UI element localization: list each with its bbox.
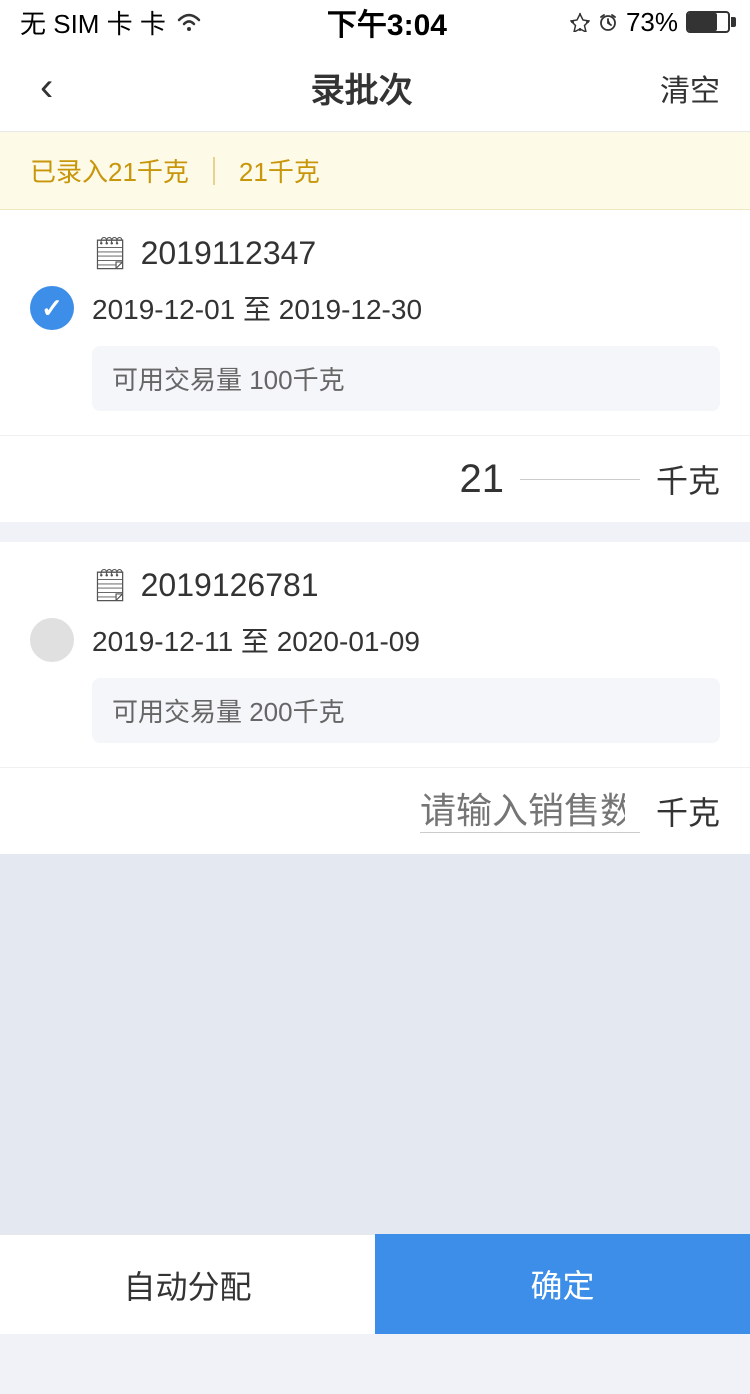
battery-icon xyxy=(686,11,730,33)
back-button[interactable]: ‹ xyxy=(30,55,63,120)
batch1-check: ✓ xyxy=(41,293,63,324)
batch2-quantity-row: 千克 xyxy=(0,767,750,854)
status-bar-time: 下午3:04 xyxy=(327,0,447,44)
clear-button[interactable]: 清空 xyxy=(660,66,720,110)
section-separator-1 xyxy=(0,522,750,542)
battery-percent: 73% xyxy=(626,7,678,38)
total-label: 21千克 xyxy=(239,152,320,189)
location-icon xyxy=(570,12,590,32)
batch-item-2: 🗒 2019126781 2019-12-11 至 2020-01-09 可用交… xyxy=(0,542,750,854)
bottom-bar: 自动分配 确定 xyxy=(0,1234,750,1334)
status-bar-left: 无 SIM 卡 卡 xyxy=(20,4,204,41)
batch1-unit: 千克 xyxy=(656,456,720,502)
info-banner: 已录入21千克 21千克 xyxy=(0,132,750,210)
batch1-quantity-value: 21 xyxy=(459,457,504,502)
auto-assign-button[interactable]: 自动分配 xyxy=(0,1234,375,1334)
batch1-id-row: 🗒 2019112347 xyxy=(30,234,720,272)
recorded-label: 已录入21千克 xyxy=(30,152,189,189)
gray-area xyxy=(0,854,750,1294)
batch2-radio[interactable] xyxy=(30,618,74,662)
batch2-id: 2019126781 xyxy=(141,567,319,604)
banner-divider xyxy=(213,157,215,185)
batch2-id-row: 🗒 2019126781 xyxy=(30,566,720,604)
page-title: 录批次 xyxy=(311,63,413,112)
batch1-available: 可用交易量 100千克 xyxy=(92,346,720,411)
batch2-date-row[interactable]: 2019-12-11 至 2020-01-09 xyxy=(30,618,720,662)
status-bar: 无 SIM 卡 卡 下午3:04 73% xyxy=(0,0,750,44)
batch1-id-icon: 🗒 xyxy=(90,234,131,272)
batch-item-1: 🗒 2019112347 ✓ 2019-12-01 至 2019-12-30 可… xyxy=(0,210,750,522)
batch1-date: 2019-12-01 至 2019-12-30 xyxy=(92,288,422,328)
batch1-quantity-row: 21 千克 xyxy=(0,435,750,522)
batch1-date-row[interactable]: ✓ 2019-12-01 至 2019-12-30 xyxy=(30,286,720,330)
alarm-icon xyxy=(598,12,618,32)
sim-label: 无 SIM 卡 卡 xyxy=(20,4,166,41)
batch2-available: 可用交易量 200千克 xyxy=(92,678,720,743)
nav-bar: ‹ 录批次 清空 xyxy=(0,44,750,132)
batch2-date: 2019-12-11 至 2020-01-09 xyxy=(92,620,420,660)
batch2-unit: 千克 xyxy=(656,788,720,834)
batch1-radio[interactable]: ✓ xyxy=(30,286,74,330)
batch1-id: 2019112347 xyxy=(141,235,317,272)
status-bar-right: 73% xyxy=(570,7,730,38)
confirm-button[interactable]: 确定 xyxy=(375,1234,750,1334)
wifi-icon xyxy=(174,11,204,33)
batch2-id-icon: 🗒 xyxy=(90,566,131,604)
batch2-quantity-input[interactable] xyxy=(420,790,640,833)
